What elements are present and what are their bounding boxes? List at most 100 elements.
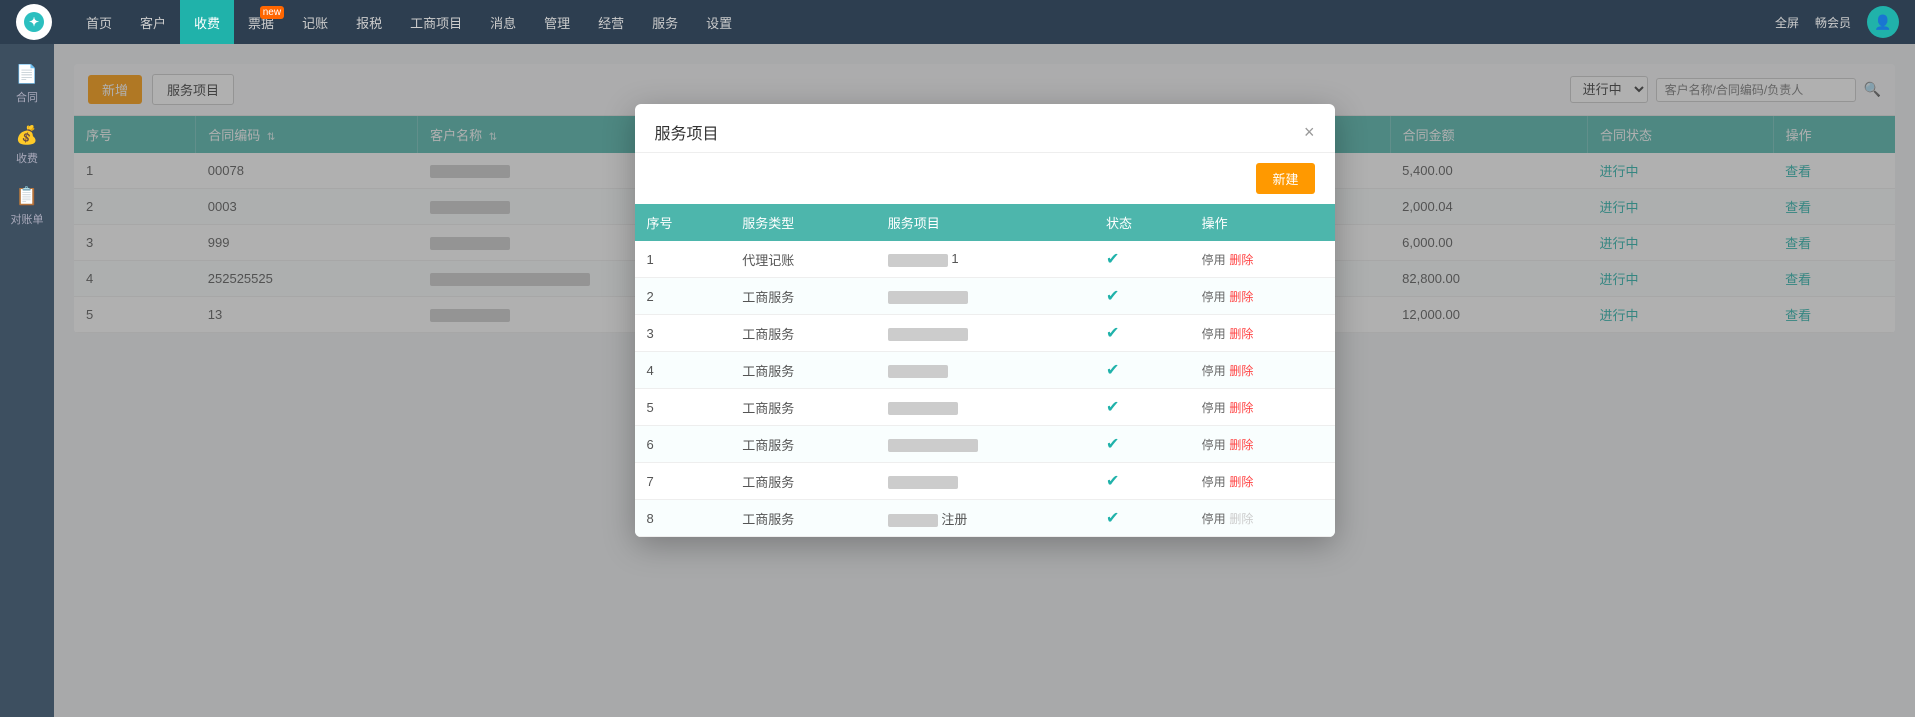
modal-col-item: 服务项目: [876, 204, 1094, 241]
sidebar-item-reconciliation[interactable]: 📋 对账单: [0, 176, 54, 237]
nav-operations[interactable]: 经营: [584, 0, 638, 44]
modal-cell-actions: 停用 删除: [1190, 241, 1335, 278]
modal-cell-actions: 停用 删除: [1190, 463, 1335, 500]
modal-cell-status: ✔: [1094, 278, 1190, 315]
modal-cell-actions: 停用 删除: [1190, 426, 1335, 463]
nav-tax[interactable]: 报税: [342, 0, 396, 44]
app-logo: ✦: [16, 4, 52, 40]
modal-col-status: 状态: [1094, 204, 1190, 241]
modal-cell-type: 工商服务: [730, 500, 876, 537]
modal-cell-actions: 停用 删除: [1190, 352, 1335, 389]
stop-button[interactable]: 停用: [1202, 436, 1226, 453]
modal-overlay: 服务项目 × 新建 序号 服务类型 服务项目 状态 操作: [54, 44, 1915, 717]
modal-cell-status: ✔: [1094, 426, 1190, 463]
modal-cell-type: 工商服务: [730, 463, 876, 500]
stop-button[interactable]: 停用: [1202, 473, 1226, 490]
delete-button[interactable]: 删除: [1229, 510, 1253, 527]
modal-table-row: 1 代理记账 1 ✔ 停用 删除: [635, 241, 1335, 278]
sidebar: 📄 合同 💰 收费 📋 对账单: [0, 44, 54, 717]
nav-manage[interactable]: 管理: [530, 0, 584, 44]
main-content: 新增 服务项目 进行中 全部 已结束 🔍 序号 合同编码 ⇅ 客户名称 ⇅ 服务…: [54, 44, 1915, 717]
modal-new-button[interactable]: 新建: [1256, 163, 1314, 194]
stop-button[interactable]: 停用: [1202, 399, 1226, 416]
stop-button[interactable]: 停用: [1202, 251, 1226, 268]
modal-cell-seq: 1: [635, 241, 731, 278]
delete-button[interactable]: 删除: [1229, 436, 1253, 453]
sidebar-item-contract[interactable]: 📄 合同: [0, 54, 54, 115]
modal-cell-type: 工商服务: [730, 315, 876, 352]
nav-client[interactable]: 客户: [126, 0, 180, 44]
right-tools: 全屏 畅会员 👤: [1775, 6, 1899, 38]
modal-table-row: 6 工商服务 ✔ 停用 删除: [635, 426, 1335, 463]
modal-header: 服务项目 ×: [635, 104, 1335, 153]
stop-button[interactable]: 停用: [1202, 510, 1226, 527]
reconciliation-icon: 📋: [16, 186, 38, 207]
stop-button[interactable]: 停用: [1202, 362, 1226, 379]
nav-service[interactable]: 服务: [638, 0, 692, 44]
modal-cell-status: ✔: [1094, 352, 1190, 389]
fullscreen-button[interactable]: 全屏: [1775, 14, 1799, 31]
delete-button[interactable]: 删除: [1229, 251, 1253, 268]
modal-cell-actions: 停用 删除: [1190, 389, 1335, 426]
stop-button[interactable]: 停用: [1202, 325, 1226, 342]
modal-cell-status: ✔: [1094, 241, 1190, 278]
member-button[interactable]: 畅会员: [1815, 14, 1851, 31]
modal-cell-status: ✔: [1094, 315, 1190, 352]
service-items-table: 序号 服务类型 服务项目 状态 操作 1 代理记账 1 ✔: [635, 204, 1335, 537]
stop-button[interactable]: 停用: [1202, 288, 1226, 305]
modal-cell-item: [876, 352, 1094, 389]
modal-cell-item: [876, 315, 1094, 352]
modal-cell-item: 1: [876, 241, 1094, 278]
nav-invoice[interactable]: 票据 new: [234, 0, 288, 44]
sidebar-label-reconciliation: 对账单: [11, 211, 44, 227]
modal-cell-item: [876, 278, 1094, 315]
service-items-modal: 服务项目 × 新建 序号 服务类型 服务项目 状态 操作: [635, 104, 1335, 537]
modal-col-seq: 序号: [635, 204, 731, 241]
modal-cell-item: [876, 426, 1094, 463]
sidebar-label-contract: 合同: [16, 89, 38, 105]
modal-cell-status: ✔: [1094, 389, 1190, 426]
modal-cell-status: ✔: [1094, 463, 1190, 500]
modal-cell-seq: 7: [635, 463, 731, 500]
delete-button[interactable]: 删除: [1229, 362, 1253, 379]
modal-cell-seq: 6: [635, 426, 731, 463]
modal-table-row: 3 工商服务 ✔ 停用 删除: [635, 315, 1335, 352]
fee-icon: 💰: [16, 125, 38, 146]
avatar[interactable]: 👤: [1867, 6, 1899, 38]
nav-business[interactable]: 工商项目: [396, 0, 476, 44]
svg-text:✦: ✦: [29, 15, 39, 29]
modal-cell-item: [876, 389, 1094, 426]
delete-button[interactable]: 删除: [1229, 288, 1253, 305]
modal-cell-actions: 停用 删除: [1190, 278, 1335, 315]
sidebar-item-fee[interactable]: 💰 收费: [0, 115, 54, 176]
nav-fee[interactable]: 收费: [180, 0, 234, 44]
nav-message[interactable]: 消息: [476, 0, 530, 44]
nav-bookkeeping[interactable]: 记账: [288, 0, 342, 44]
delete-button[interactable]: 删除: [1229, 399, 1253, 416]
modal-cell-item: 注册: [876, 500, 1094, 537]
modal-cell-type: 代理记账: [730, 241, 876, 278]
modal-cell-status: ✔: [1094, 500, 1190, 537]
modal-table-row: 8 工商服务 注册 ✔ 停用 删除: [635, 500, 1335, 537]
modal-cell-actions: 停用 删除: [1190, 500, 1335, 537]
modal-cell-seq: 2: [635, 278, 731, 315]
modal-body: 序号 服务类型 服务项目 状态 操作 1 代理记账 1 ✔: [635, 204, 1335, 537]
nav-settings[interactable]: 设置: [692, 0, 746, 44]
modal-cell-seq: 4: [635, 352, 731, 389]
modal-cell-type: 工商服务: [730, 426, 876, 463]
modal-cell-type: 工商服务: [730, 352, 876, 389]
modal-cell-seq: 8: [635, 500, 731, 537]
modal-cell-seq: 3: [635, 315, 731, 352]
modal-cell-type: 工商服务: [730, 278, 876, 315]
modal-table-row: 7 工商服务 ✔ 停用 删除: [635, 463, 1335, 500]
modal-table-row: 5 工商服务 ✔ 停用 删除: [635, 389, 1335, 426]
nav-home[interactable]: 首页: [72, 0, 126, 44]
modal-close-button[interactable]: ×: [1304, 123, 1315, 141]
delete-button[interactable]: 删除: [1229, 325, 1253, 342]
modal-col-type: 服务类型: [730, 204, 876, 241]
delete-button[interactable]: 删除: [1229, 473, 1253, 490]
modal-table-row: 4 工商服务 ✔ 停用 删除: [635, 352, 1335, 389]
modal-cell-actions: 停用 删除: [1190, 315, 1335, 352]
new-badge: new: [260, 6, 284, 19]
modal-title: 服务项目: [655, 120, 719, 144]
